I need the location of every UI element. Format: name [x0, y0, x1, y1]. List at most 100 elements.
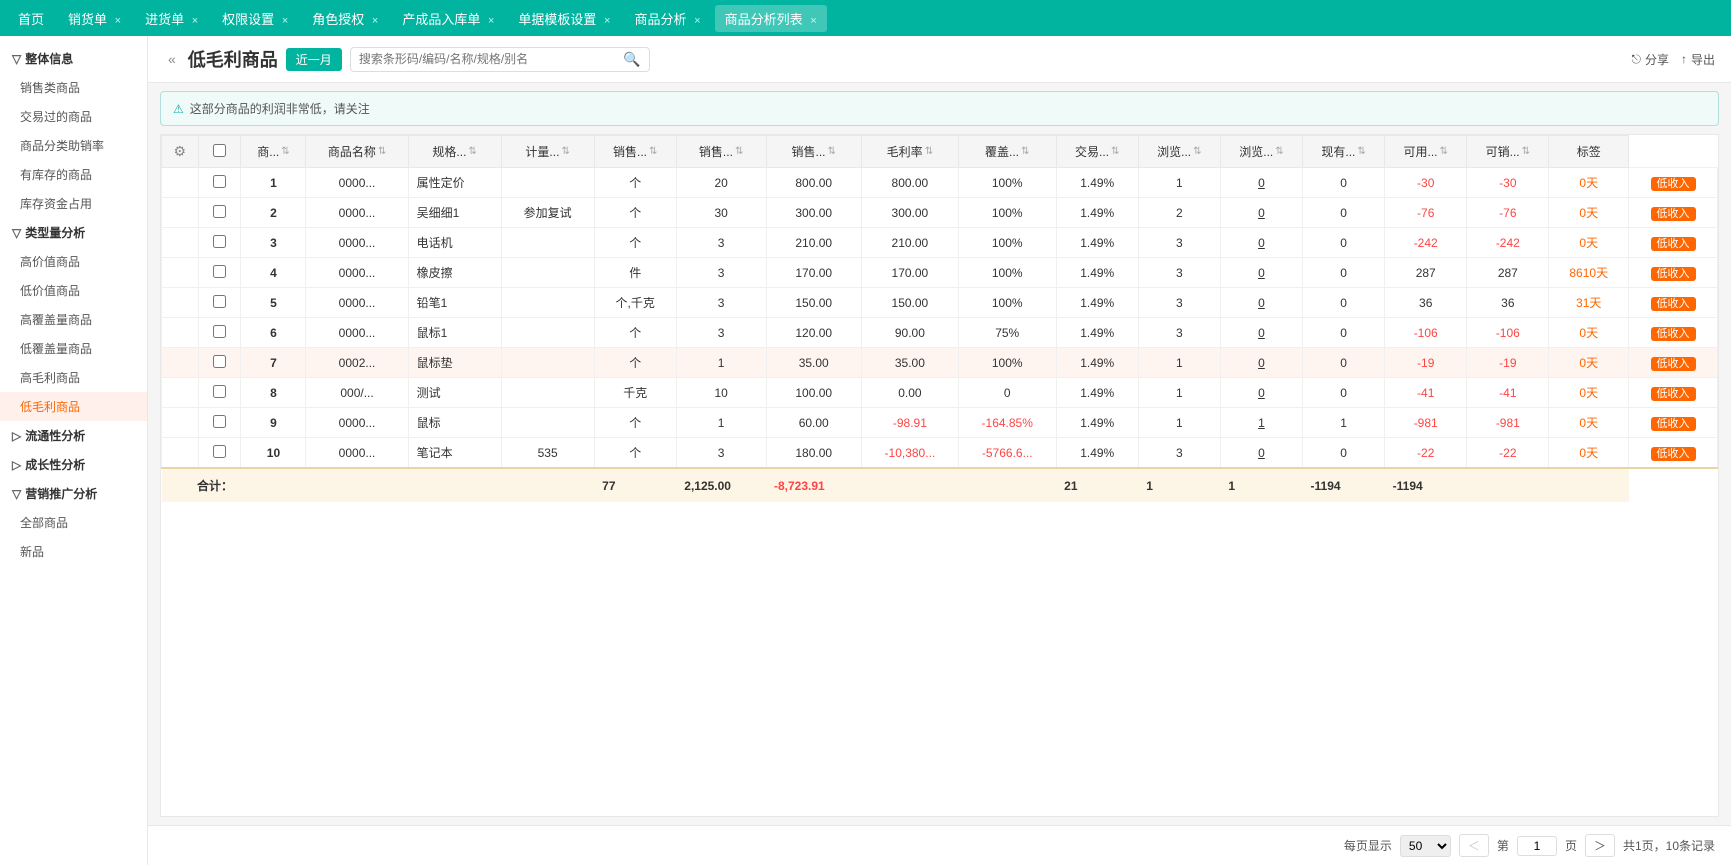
- col-stock-avail[interactable]: 可用...⇅: [1385, 136, 1467, 168]
- row-spec: [501, 228, 594, 258]
- row-checkbox[interactable]: [198, 168, 241, 198]
- col-stock-cur[interactable]: 现有...⇅: [1303, 136, 1385, 168]
- per-page-select[interactable]: 50 100 200: [1400, 835, 1451, 857]
- sidebar-item-high-coverage[interactable]: 高覆盖量商品: [0, 305, 147, 334]
- nav-permissions[interactable]: 权限设置 ×: [212, 5, 298, 32]
- nav-product-analysis-list[interactable]: 商品分析列表 ×: [715, 5, 827, 32]
- row-select-checkbox[interactable]: [213, 295, 226, 308]
- row-checkbox[interactable]: [198, 258, 241, 288]
- col-gross-rate[interactable]: 毛利率⇅: [861, 136, 958, 168]
- row-select-checkbox[interactable]: [213, 235, 226, 248]
- row-view1[interactable]: 0: [1220, 318, 1302, 348]
- row-select-checkbox[interactable]: [213, 445, 226, 458]
- sidebar-item-low-value[interactable]: 低价值商品: [0, 276, 147, 305]
- nav-template-settings[interactable]: 单据模板设置 ×: [508, 5, 620, 32]
- sidebar-item-sales-goods[interactable]: 销售类商品: [0, 73, 147, 102]
- row-view1[interactable]: 0: [1220, 258, 1302, 288]
- sidebar-group-growth[interactable]: ▷ 成长性分析: [0, 450, 147, 479]
- row-checkbox[interactable]: [198, 318, 241, 348]
- row-select-checkbox[interactable]: [213, 205, 226, 218]
- sidebar-group-circulation[interactable]: ▷ 流通性分析: [0, 421, 147, 450]
- col-stock-sale[interactable]: 可销...⇅: [1467, 136, 1549, 168]
- col-name[interactable]: 商品名称⇅: [306, 136, 408, 168]
- row-select-checkbox[interactable]: [213, 175, 226, 188]
- row-select-checkbox[interactable]: [213, 415, 226, 428]
- row-view1[interactable]: 0: [1220, 438, 1302, 469]
- sidebar-item-stock-fund[interactable]: 库存资金占用: [0, 189, 147, 218]
- sidebar-item-low-coverage[interactable]: 低覆盖量商品: [0, 334, 147, 363]
- row-view1[interactable]: 0: [1220, 168, 1302, 198]
- row-view1[interactable]: 0: [1220, 288, 1302, 318]
- nav-sales-close-icon[interactable]: ×: [115, 15, 121, 27]
- row-checkbox[interactable]: [198, 408, 241, 438]
- sidebar-group-overall[interactable]: ▽ 整体信息: [0, 44, 147, 73]
- next-page-button[interactable]: ＞: [1585, 834, 1615, 857]
- col-settings[interactable]: ⚙: [162, 136, 199, 168]
- sidebar-item-instock-goods[interactable]: 有库存的商品: [0, 160, 147, 189]
- nav-product-analysis-close-icon[interactable]: ×: [694, 15, 700, 27]
- row-checkbox[interactable]: [198, 288, 241, 318]
- col-spec[interactable]: 规格...⇅: [408, 136, 501, 168]
- select-all-checkbox[interactable]: [213, 144, 226, 157]
- col-sales-profit[interactable]: 销售...⇅: [766, 136, 861, 168]
- share-button[interactable]: ⎋ 分享: [1631, 51, 1669, 68]
- sidebar-item-new-goods[interactable]: 新品: [0, 537, 147, 566]
- nav-permissions-close-icon[interactable]: ×: [282, 15, 288, 27]
- nav-product-analysis-list-close-icon[interactable]: ×: [810, 15, 816, 27]
- nav-home[interactable]: 首页: [8, 5, 54, 32]
- col-view2[interactable]: 浏览...⇅: [1220, 136, 1302, 168]
- col-coverage[interactable]: 覆盖...⇅: [958, 136, 1056, 168]
- row-select-checkbox[interactable]: [213, 355, 226, 368]
- date-filter-button[interactable]: 近一月: [286, 48, 342, 71]
- col-code[interactable]: 商...⇅: [241, 136, 306, 168]
- col-view1[interactable]: 浏览...⇅: [1138, 136, 1220, 168]
- nav-purchase[interactable]: 进货单 ×: [135, 5, 208, 32]
- collapse-sidebar-button[interactable]: «: [164, 51, 180, 67]
- row-sales-amt: 60.00: [766, 408, 861, 438]
- row-stock-avail: -76: [1467, 198, 1549, 228]
- nav-template-close-icon[interactable]: ×: [604, 15, 610, 27]
- nav-product-inbound-close-icon[interactable]: ×: [488, 15, 494, 27]
- nav-product-analysis[interactable]: 商品分析 ×: [624, 5, 710, 32]
- sidebar-item-high-value[interactable]: 高价值商品: [0, 247, 147, 276]
- col-sales-amt[interactable]: 销售...⇅: [676, 136, 766, 168]
- nav-roles[interactable]: 角色授权 ×: [302, 5, 388, 32]
- sidebar-item-all-goods[interactable]: 全部商品: [0, 508, 147, 537]
- row-checkbox[interactable]: [198, 348, 241, 378]
- row-select-checkbox[interactable]: [213, 385, 226, 398]
- sidebar-group-type-analysis[interactable]: ▽ 类型量分析: [0, 218, 147, 247]
- sidebar-item-category-rate[interactable]: 商品分类助销率: [0, 131, 147, 160]
- page-number-input[interactable]: [1517, 836, 1557, 856]
- row-view1[interactable]: 0: [1220, 378, 1302, 408]
- col-sales-qty[interactable]: 销售...⇅: [594, 136, 676, 168]
- row-checkbox[interactable]: [198, 198, 241, 228]
- nav-purchase-close-icon[interactable]: ×: [192, 15, 198, 27]
- row-spec: [501, 408, 594, 438]
- row-gross-rate: -164.85%: [958, 408, 1056, 438]
- col-unit[interactable]: 计量...⇅: [501, 136, 594, 168]
- row-tag: 低收入: [1629, 258, 1718, 288]
- nav-product-inbound[interactable]: 产成品入库单 ×: [392, 5, 504, 32]
- row-view1[interactable]: 0: [1220, 228, 1302, 258]
- sidebar-group-circulation-label: 流通性分析: [25, 427, 85, 444]
- row-select-checkbox[interactable]: [213, 265, 226, 278]
- row-view1[interactable]: 0: [1220, 198, 1302, 228]
- prev-page-button[interactable]: ＜: [1459, 834, 1489, 857]
- search-icon[interactable]: 🔍: [623, 51, 640, 68]
- search-input[interactable]: [359, 52, 624, 66]
- row-view1[interactable]: 0: [1220, 348, 1302, 378]
- sidebar-item-low-margin[interactable]: 低毛利商品: [0, 392, 147, 421]
- export-button[interactable]: ↑ 导出: [1681, 51, 1715, 68]
- row-checkbox[interactable]: [198, 378, 241, 408]
- row-checkbox[interactable]: [198, 438, 241, 469]
- sidebar-group-marketing[interactable]: ▽ 营销推广分析: [0, 479, 147, 508]
- nav-sales[interactable]: 销货单 ×: [58, 5, 131, 32]
- col-trade[interactable]: 交易...⇅: [1056, 136, 1138, 168]
- row-view1[interactable]: 1: [1220, 408, 1302, 438]
- total-stock-avail: -1194: [1385, 468, 1467, 502]
- sidebar-item-high-margin[interactable]: 高毛利商品: [0, 363, 147, 392]
- row-select-checkbox[interactable]: [213, 325, 226, 338]
- row-checkbox[interactable]: [198, 228, 241, 258]
- sidebar-item-traded-goods[interactable]: 交易过的商品: [0, 102, 147, 131]
- nav-roles-close-icon[interactable]: ×: [372, 15, 378, 27]
